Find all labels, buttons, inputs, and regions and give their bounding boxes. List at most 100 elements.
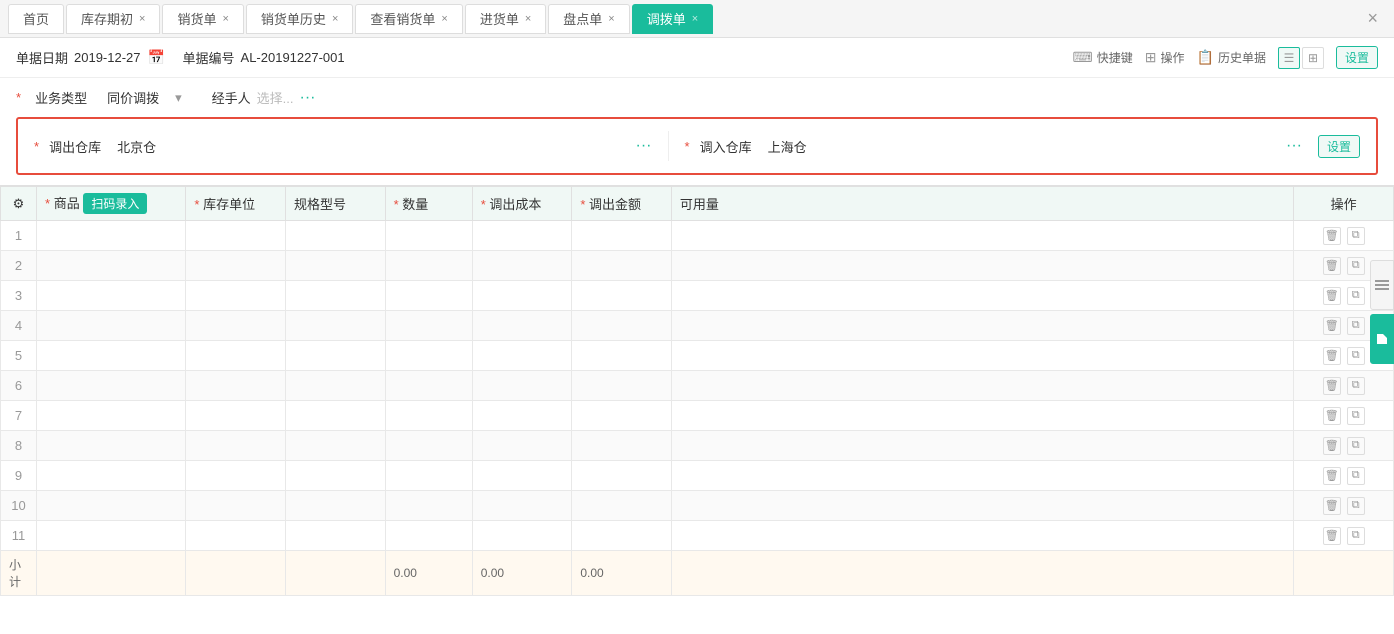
warehouse-out-more-icon[interactable]: ··· (636, 137, 652, 155)
cell-product[interactable] (37, 401, 186, 431)
copy-row-button[interactable]: ⧉ (1347, 527, 1365, 545)
tab-close-sales-history[interactable]: × (332, 13, 338, 25)
cell-product[interactable] (37, 281, 186, 311)
handler-select[interactable]: 选择... (257, 88, 294, 107)
tab-view-sales[interactable]: 查看销货单 × (355, 4, 462, 34)
cell-cost[interactable] (472, 371, 572, 401)
cell-qty[interactable] (385, 401, 472, 431)
history-btn[interactable]: 📋 历史单据 (1197, 49, 1266, 66)
scan-button[interactable]: 扫码录入 (83, 193, 147, 214)
cell-unit[interactable] (186, 401, 286, 431)
cell-spec[interactable] (285, 401, 385, 431)
cell-cost[interactable] (472, 461, 572, 491)
cell-available[interactable] (671, 311, 1293, 341)
cell-unit[interactable] (186, 431, 286, 461)
cell-cost[interactable] (472, 341, 572, 371)
col-gear[interactable]: ⚙ (1, 187, 37, 221)
tab-inventory-init[interactable]: 库存期初 × (66, 4, 160, 34)
cell-product[interactable] (37, 461, 186, 491)
cell-unit[interactable] (186, 251, 286, 281)
settings-button[interactable]: 设置 (1336, 46, 1378, 69)
layout-grid-btn[interactable]: ⊞ (1302, 47, 1324, 69)
cell-available[interactable] (671, 281, 1293, 311)
cell-product[interactable] (37, 521, 186, 551)
cell-cost[interactable] (472, 431, 572, 461)
cell-amount[interactable] (572, 281, 672, 311)
cell-available[interactable] (671, 251, 1293, 281)
warehouse-in-value[interactable]: 上海仓 (768, 137, 807, 156)
copy-row-button[interactable]: ⧉ (1347, 407, 1365, 425)
delete-row-button[interactable]: 🗑 (1323, 497, 1341, 515)
cell-qty[interactable] (385, 521, 472, 551)
cell-unit[interactable] (186, 491, 286, 521)
side-export-icon[interactable] (1370, 314, 1394, 364)
cell-product[interactable] (37, 491, 186, 521)
cell-qty[interactable] (385, 431, 472, 461)
tab-stock-take[interactable]: 盘点单 × (548, 4, 629, 34)
tab-close-view-sales[interactable]: × (441, 13, 447, 25)
delete-row-button[interactable]: 🗑 (1323, 407, 1341, 425)
cell-product[interactable] (37, 221, 186, 251)
cell-amount[interactable] (572, 371, 672, 401)
layout-list-btn[interactable]: ☰ (1278, 47, 1300, 69)
cell-spec[interactable] (285, 281, 385, 311)
table-container[interactable]: ⚙ * 商品 扫码录入 * 库存单位 规格型号 (0, 185, 1394, 634)
tab-close-stock-take[interactable]: × (608, 13, 614, 25)
cell-amount[interactable] (572, 401, 672, 431)
cell-spec[interactable] (285, 461, 385, 491)
cell-available[interactable] (671, 371, 1293, 401)
cell-amount[interactable] (572, 521, 672, 551)
section-settings-btn[interactable]: 设置 (1318, 135, 1360, 158)
cell-unit[interactable] (186, 461, 286, 491)
tab-sales-history[interactable]: 销货单历史 × (246, 4, 353, 34)
cell-spec[interactable] (285, 371, 385, 401)
cell-cost[interactable] (472, 521, 572, 551)
tab-home[interactable]: 首页 (8, 4, 64, 34)
calendar-icon[interactable]: 📅 (147, 48, 167, 68)
cell-spec[interactable] (285, 521, 385, 551)
cell-qty[interactable] (385, 491, 472, 521)
tab-close-transfer[interactable]: × (692, 13, 698, 25)
cell-spec[interactable] (285, 431, 385, 461)
cell-product[interactable] (37, 311, 186, 341)
delete-row-button[interactable]: 🗑 (1323, 437, 1341, 455)
copy-row-button[interactable]: ⧉ (1347, 227, 1365, 245)
tab-close-sales-order[interactable]: × (222, 13, 228, 25)
close-window-button[interactable]: × (1359, 8, 1386, 29)
copy-row-button[interactable]: ⧉ (1347, 347, 1365, 365)
delete-row-button[interactable]: 🗑 (1323, 377, 1341, 395)
cell-product[interactable] (37, 431, 186, 461)
cell-cost[interactable] (472, 311, 572, 341)
tab-transfer[interactable]: 调拨单 × (632, 4, 713, 34)
tab-purchase-order[interactable]: 进货单 × (465, 4, 546, 34)
cell-qty[interactable] (385, 461, 472, 491)
cell-amount[interactable] (572, 311, 672, 341)
delete-row-button[interactable]: 🗑 (1323, 317, 1341, 335)
handler-more-icon[interactable]: ··· (299, 89, 315, 107)
delete-row-button[interactable]: 🗑 (1323, 287, 1341, 305)
cell-amount[interactable] (572, 491, 672, 521)
cell-available[interactable] (671, 431, 1293, 461)
cell-cost[interactable] (472, 281, 572, 311)
cell-spec[interactable] (285, 251, 385, 281)
cell-product[interactable] (37, 341, 186, 371)
cell-available[interactable] (671, 521, 1293, 551)
cell-unit[interactable] (186, 521, 286, 551)
cell-available[interactable] (671, 221, 1293, 251)
delete-row-button[interactable]: 🗑 (1323, 227, 1341, 245)
cell-product[interactable] (37, 251, 186, 281)
cell-unit[interactable] (186, 341, 286, 371)
cell-cost[interactable] (472, 401, 572, 431)
cell-qty[interactable] (385, 311, 472, 341)
gear-icon[interactable]: ⚙ (13, 196, 25, 211)
cell-available[interactable] (671, 401, 1293, 431)
cell-cost[interactable] (472, 491, 572, 521)
cell-unit[interactable] (186, 311, 286, 341)
copy-row-button[interactable]: ⧉ (1347, 257, 1365, 275)
delete-row-button[interactable]: 🗑 (1323, 347, 1341, 365)
copy-row-button[interactable]: ⧉ (1347, 377, 1365, 395)
cell-available[interactable] (671, 491, 1293, 521)
copy-row-button[interactable]: ⧉ (1347, 317, 1365, 335)
cell-amount[interactable] (572, 221, 672, 251)
biz-type-dropdown-icon[interactable]: ▾ (175, 90, 182, 106)
